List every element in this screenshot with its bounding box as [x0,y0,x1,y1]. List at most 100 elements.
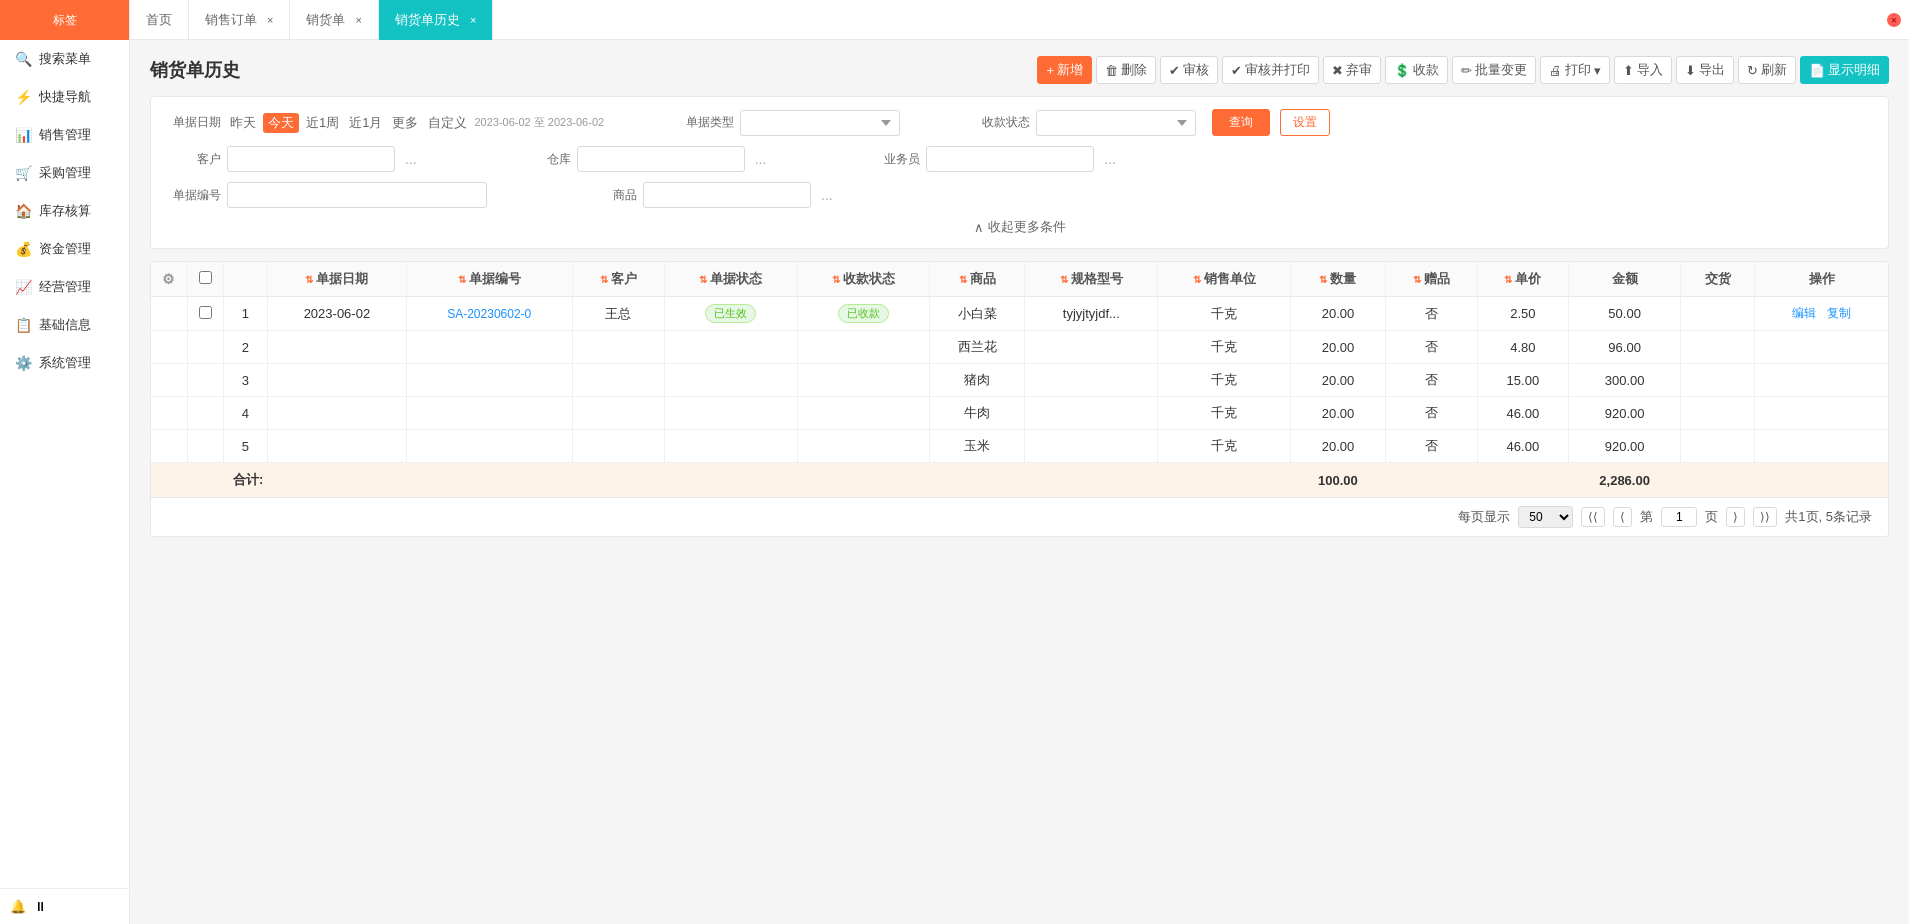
doc-type-select[interactable] [740,110,900,136]
goods-more-btn[interactable]: ... [817,187,837,203]
date-today[interactable]: 今天 [263,113,299,133]
system-icon: ⚙️ [15,355,31,371]
gift-col-header[interactable]: ⇅ 赠品 [1385,262,1477,297]
sidebar-item-system-mgmt[interactable]: ⚙️ 系统管理 [0,344,129,382]
row-goods: 牛肉 [930,397,1025,430]
doc-date-label: 单据日期 [316,270,368,288]
tab-sales-history[interactable]: 销货单历史 × [379,0,493,40]
first-page-btn[interactable]: ⟨⟨ [1581,507,1605,527]
tab-home[interactable]: 首页 [130,0,189,40]
date-more[interactable]: 更多 [389,113,421,133]
discard-button[interactable]: ✖ 弃审 [1323,56,1381,84]
settings-col-header[interactable]: ⚙ [151,262,187,297]
row-checkbox[interactable] [187,297,223,331]
warehouse-input[interactable] [577,146,745,172]
discard-icon: ✖ [1332,63,1343,78]
import-button[interactable]: ⬆ 导入 [1614,56,1672,84]
date-last-month[interactable]: 近1月 [346,113,385,133]
doc-no-link[interactable]: SA-20230602-0 [447,307,531,321]
tab-sales-history-close[interactable]: × [470,14,476,26]
checkbox-col-header[interactable] [187,262,223,297]
sidebar-item-operations[interactable]: 📈 经营管理 [0,268,129,306]
row-edit-link[interactable]: 编辑 [1790,306,1818,320]
prev-page-btn[interactable]: ⟨ [1613,507,1632,527]
sidebar-item-purchase-mgmt[interactable]: 🛒 采购管理 [0,154,129,192]
tab-sales-order[interactable]: 销售订单 × [189,0,290,40]
collapse-btn[interactable]: ∧ 收起更多条件 [167,218,1872,236]
row-amount: 300.00 [1569,364,1681,397]
goods-col-header[interactable]: ⇅ 商品 [930,262,1025,297]
unit-price-col-header[interactable]: ⇅ 单价 [1477,262,1569,297]
next-page-btn[interactable]: ⟩ [1726,507,1745,527]
audit-print-button[interactable]: ✔ 审核并打印 [1222,56,1319,84]
date-last7[interactable]: 近1周 [303,113,342,133]
select-all-checkbox[interactable] [199,271,212,284]
date-custom[interactable]: 自定义 [425,113,470,133]
gift-sort-icon: ⇅ [1413,274,1421,285]
salesman-input[interactable] [926,146,1094,172]
sidebar-item-inventory[interactable]: 🏠 库存核算 [0,192,129,230]
spec-col-header[interactable]: ⇅ 规格型号 [1025,262,1158,297]
settings-button[interactable]: 设置 [1280,109,1330,136]
row-select-checkbox[interactable] [199,306,212,319]
customer-more-btn[interactable]: ... [401,151,421,167]
page-size-select[interactable]: 50 100 200 [1518,506,1573,528]
batch-change-button[interactable]: ✏ 批量变更 [1452,56,1536,84]
date-yesterday[interactable]: 昨天 [227,113,259,133]
tab-sales-goods[interactable]: 销货单 × [290,0,378,40]
row-copy-link[interactable]: 复制 [1825,306,1853,320]
sidebar-item-search-menu[interactable]: 🔍 搜索菜单 [0,40,129,78]
last-page-btn[interactable]: ⟩⟩ [1753,507,1777,527]
delete-icon: 🗑 [1105,63,1118,78]
row-unit: 千克 [1158,331,1291,364]
show-detail-button[interactable]: 📄 显示明细 [1800,56,1889,84]
tab-sales-goods-close[interactable]: × [355,14,361,26]
window-close-btn[interactable]: × [1887,13,1901,27]
row-unit-price: 2.50 [1477,297,1569,331]
table-wrap: ⚙ ⇅ 单据日期 [150,261,1889,537]
row-doc-date: 2023-06-02 [268,297,406,331]
delete-button[interactable]: 🗑 删除 [1096,56,1156,84]
sidebar-item-finance[interactable]: 💰 资金管理 [0,230,129,268]
filter-row-1: 单据日期 昨天 今天 近1周 近1月 更多 自定义 2023-06-02 至 2… [167,109,1872,136]
doc-no-input[interactable] [227,182,487,208]
row-doc-no[interactable]: SA-20230602-0 [406,297,572,331]
sidebar-item-label: 销售管理 [39,126,91,144]
sidebar-item-sales-mgmt[interactable]: 📊 销售管理 [0,116,129,154]
notification-icon[interactable]: 🔔 [10,899,26,914]
doc-status-col-header[interactable]: ⇅ 单据状态 [664,262,797,297]
payment-status-select[interactable] [1036,110,1196,136]
new-button[interactable]: + 新增 [1037,56,1092,84]
goods-input[interactable] [643,182,811,208]
unit-price-sort-icon: ⇅ [1504,274,1512,285]
row-goods: 小白菜 [930,297,1025,331]
pause-icon[interactable]: ⏸ [34,899,47,914]
customer-input[interactable] [227,146,395,172]
doc-status-sort-icon: ⇅ [699,274,707,285]
row-doc-date [268,331,406,364]
customer-col-header[interactable]: ⇅ 客户 [572,262,664,297]
doc-status-badge: 已生效 [705,304,756,323]
settings-gear-icon[interactable]: ⚙ [162,271,175,287]
sidebar-item-basic-info[interactable]: 📋 基础信息 [0,306,129,344]
search-button[interactable]: 查询 [1212,109,1270,136]
audit-button[interactable]: ✔ 审核 [1160,56,1218,84]
sidebar-item-label: 搜索菜单 [39,50,91,68]
page-number-input[interactable] [1661,507,1697,527]
refresh-button[interactable]: ↻ 刷新 [1738,56,1796,84]
quantity-col-header[interactable]: ⇅ 数量 [1291,262,1386,297]
print-button[interactable]: 🖨 打印 ▾ [1540,56,1610,84]
filter-row-3: 单据编号 商品 ... [167,182,1872,208]
receive-button[interactable]: 💲 收款 [1385,56,1448,84]
payment-status-col-header[interactable]: ⇅ 收款状态 [797,262,930,297]
warehouse-more-btn[interactable]: ... [751,151,771,167]
sidebar-item-quick-nav[interactable]: ⚡ 快捷导航 [0,78,129,116]
export-button[interactable]: ⬇ 导出 [1676,56,1734,84]
doc-no-col-header[interactable]: ⇅ 单据编号 [406,262,572,297]
transaction-col-header: 交货 [1680,262,1754,297]
unit-col-header[interactable]: ⇅ 销售单位 [1158,262,1291,297]
doc-date-col-header[interactable]: ⇅ 单据日期 [268,262,406,297]
tab-sales-order-close[interactable]: × [267,14,273,26]
salesman-more-btn[interactable]: ... [1100,151,1120,167]
customer-label: 客户 [167,151,221,168]
